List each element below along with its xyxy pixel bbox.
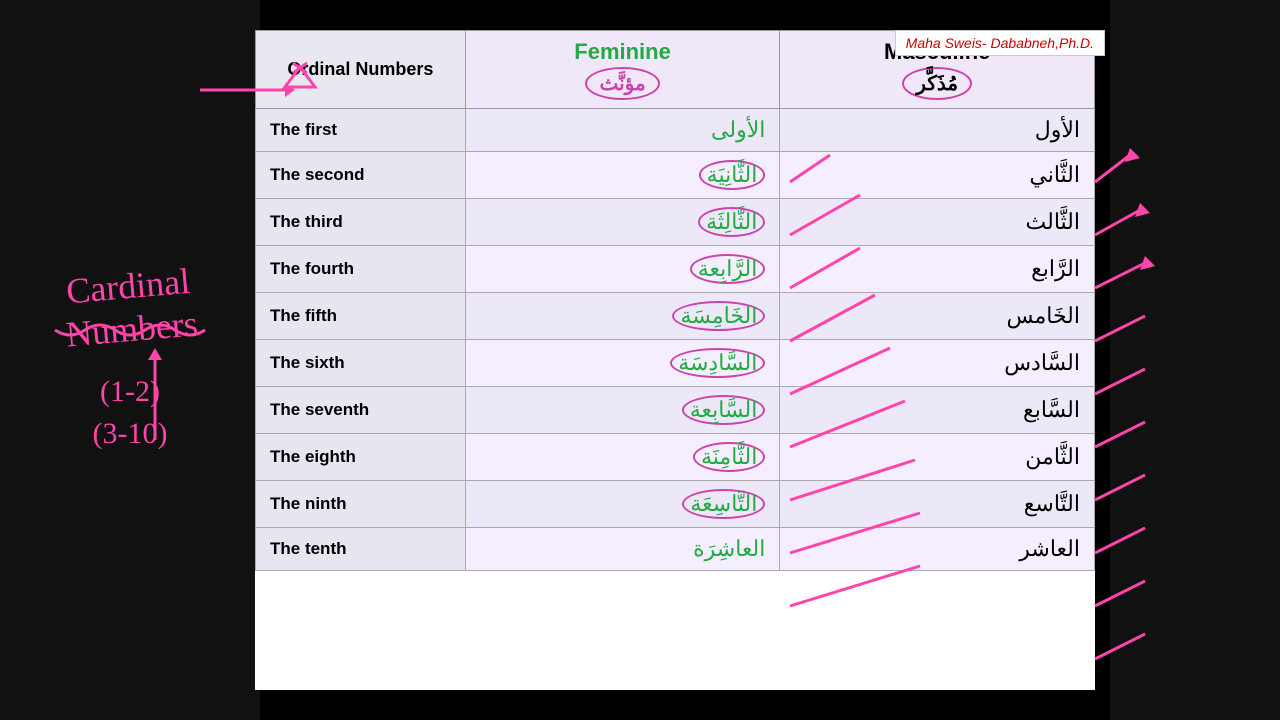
table-row: The ninthالتَّاسِعَةالتَّاسع <box>256 481 1095 528</box>
right-panel <box>1110 0 1280 720</box>
table-row: The firstالأولىالأول <box>256 109 1095 152</box>
td-ordinal: The second <box>256 152 466 199</box>
td-ordinal: The eighth <box>256 434 466 481</box>
td-ordinal: The seventh <box>256 387 466 434</box>
th-feminine: Feminine مؤنَّث <box>465 31 780 109</box>
td-masculine: الأول <box>780 109 1095 152</box>
td-ordinal: The fifth <box>256 293 466 340</box>
td-ordinal: The third <box>256 199 466 246</box>
table-row: The fifthالخَامِسَةالخَامس <box>256 293 1095 340</box>
td-feminine: السَّابِعة <box>465 387 780 434</box>
td-feminine: العاشِرَة <box>465 528 780 571</box>
cardinal-label: Cardinal Numbers <box>60 259 199 357</box>
feminine-arabic-header: مؤنَّث <box>585 67 659 100</box>
td-ordinal: The tenth <box>256 528 466 571</box>
td-masculine: السَّابع <box>780 387 1095 434</box>
main-content: Ordinal Numbers Feminine مؤنَّث Masculin… <box>255 30 1095 690</box>
td-masculine: الثَّالث <box>780 199 1095 246</box>
formula-label: (1-2) (3-10) <box>93 371 168 455</box>
td-ordinal: The sixth <box>256 340 466 387</box>
masculine-arabic-header: مُذَكَّر <box>902 67 972 100</box>
td-masculine: الرَّابع <box>780 246 1095 293</box>
table-row: The secondالثَّانِيَةالثَّاني <box>256 152 1095 199</box>
ordinal-numbers-table: Ordinal Numbers Feminine مؤنَّث Masculin… <box>255 30 1095 571</box>
td-masculine: العاشر <box>780 528 1095 571</box>
td-feminine: الثَّامِنَة <box>465 434 780 481</box>
td-masculine: الثَّامن <box>780 434 1095 481</box>
td-ordinal: The fourth <box>256 246 466 293</box>
td-masculine: الثَّاني <box>780 152 1095 199</box>
attribution: Maha Sweis- Dababneh,Ph.D. <box>895 30 1105 56</box>
td-feminine: الثَّالِثَة <box>465 199 780 246</box>
td-masculine: الخَامس <box>780 293 1095 340</box>
td-masculine: السَّادس <box>780 340 1095 387</box>
td-ordinal: The ninth <box>256 481 466 528</box>
table-row: The eighthالثَّامِنَةالثَّامن <box>256 434 1095 481</box>
td-feminine: السَّادِسَة <box>465 340 780 387</box>
table-row: The seventhالسَّابِعةالسَّابع <box>256 387 1095 434</box>
table-body: The firstالأولىالأولThe secondالثَّانِيَ… <box>256 109 1095 571</box>
td-masculine: التَّاسع <box>780 481 1095 528</box>
table-row: The tenthالعاشِرَةالعاشر <box>256 528 1095 571</box>
td-feminine: التَّاسِعَة <box>465 481 780 528</box>
table-row: The sixthالسَّادِسَةالسَّادس <box>256 340 1095 387</box>
th-ordinal: Ordinal Numbers <box>256 31 466 109</box>
td-feminine: الثَّانِيَة <box>465 152 780 199</box>
table-row: The fourthالرَّابِعةالرَّابع <box>256 246 1095 293</box>
table-row: The thirdالثَّالِثَةالثَّالث <box>256 199 1095 246</box>
td-feminine: الرَّابِعة <box>465 246 780 293</box>
td-feminine: الأولى <box>465 109 780 152</box>
td-feminine: الخَامِسَة <box>465 293 780 340</box>
left-panel: Cardinal Numbers (1-2) (3-10) <box>0 0 260 720</box>
td-ordinal: The first <box>256 109 466 152</box>
